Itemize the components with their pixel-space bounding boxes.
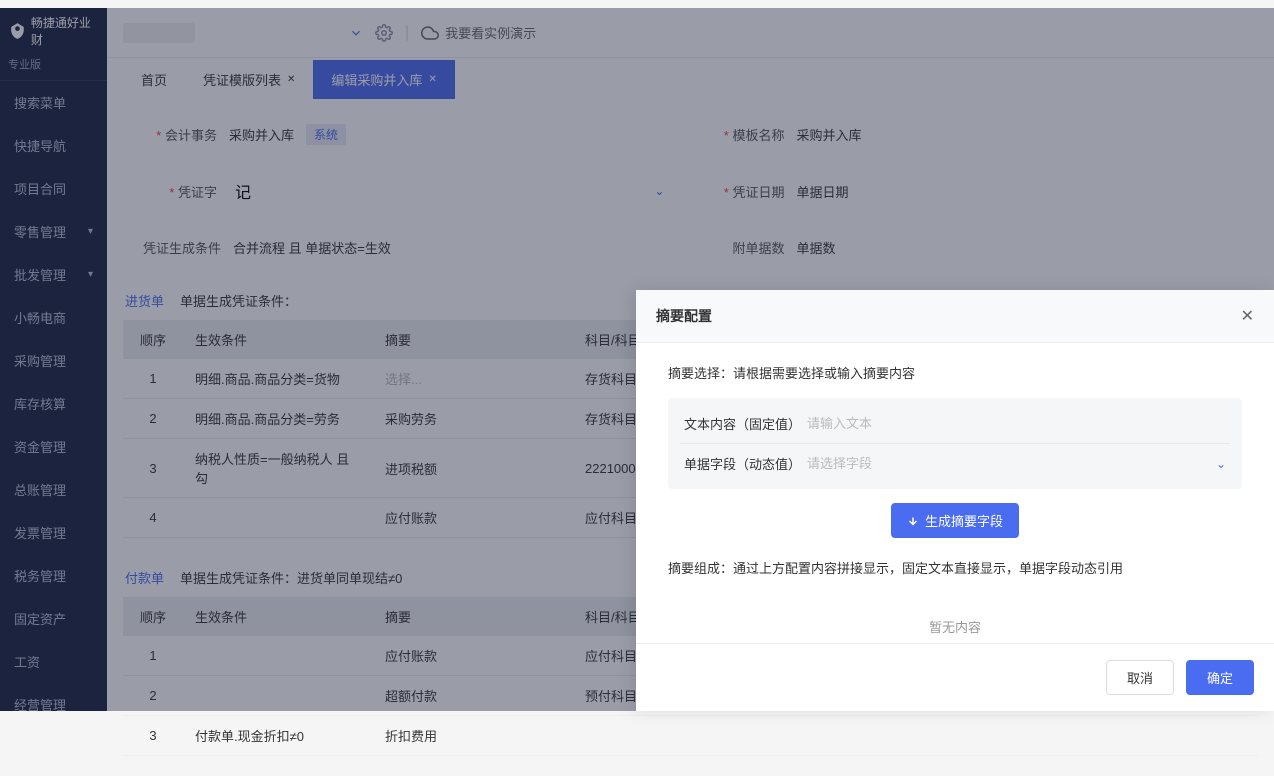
dynamic-field-select[interactable] [807,456,1210,471]
ok-button[interactable]: 确定 [1186,660,1254,695]
cancel-button[interactable]: 取消 [1106,660,1174,695]
chevron-down-icon: ⌄ [1216,457,1226,471]
arrow-down-icon [907,515,919,527]
fixed-text-input[interactable] [807,416,1226,431]
cond-cell[interactable]: 付款单.现金折扣≠0 [183,716,373,756]
table-row: 3 付款单.现金折扣≠0 折扣费用 [123,716,1258,756]
compose-hint: 摘要组成：通过上方配置内容拼接显示，固定文本直接显示，单据字段动态引用 [668,558,1242,577]
close-icon[interactable]: ✕ [1241,306,1254,326]
generate-summary-button[interactable]: 生成摘要字段 [891,503,1019,538]
subject-cell[interactable] [573,716,1258,756]
summary-select-hint: 摘要选择：请根据需要选择或输入摘要内容 [668,363,1242,382]
seq-cell: 3 [123,716,183,756]
summary-cell[interactable]: 折扣费用 [373,716,573,756]
dynamic-field-label: 单据字段（动态值） [684,454,801,473]
no-content-placeholder: 暂无内容 [668,591,1242,643]
fixed-text-label: 文本内容（固定值） [684,414,801,433]
summary-config-modal: 摘要配置 ✕ 摘要选择：请根据需要选择或输入摘要内容 文本内容（固定值） 单据字… [636,290,1274,711]
modal-title: 摘要配置 [656,306,712,326]
